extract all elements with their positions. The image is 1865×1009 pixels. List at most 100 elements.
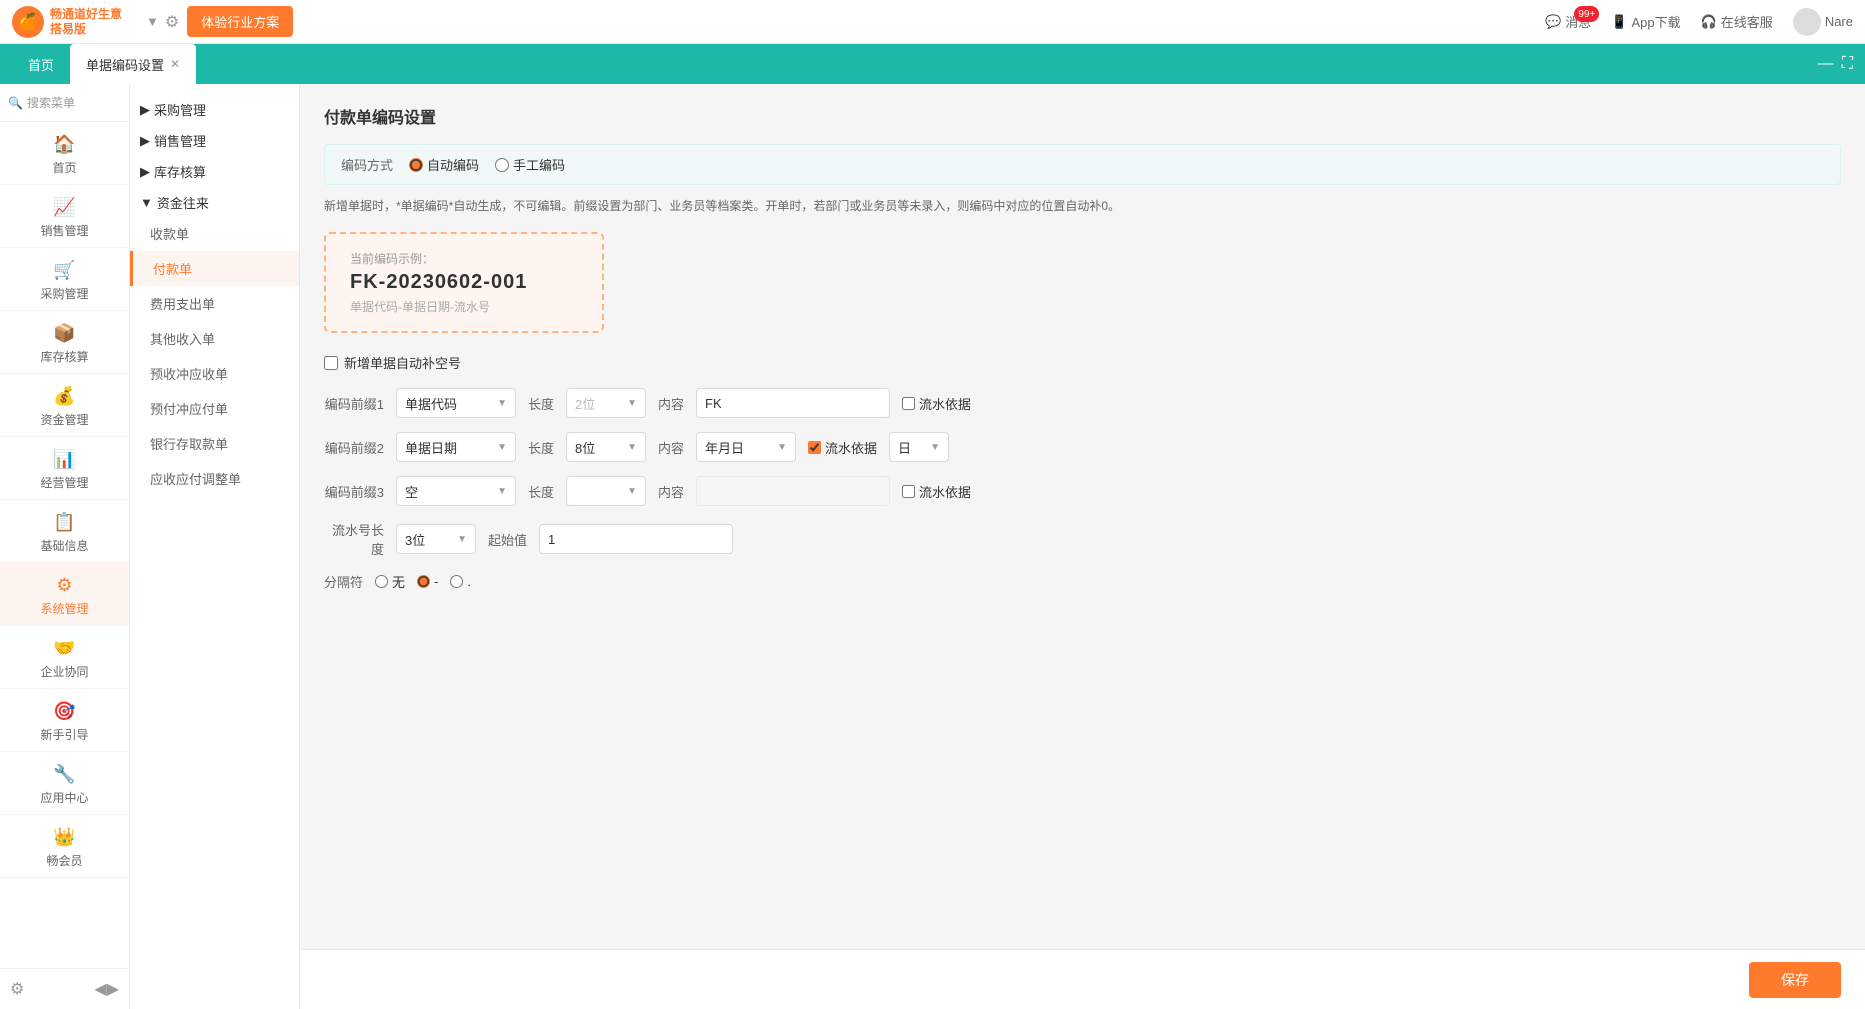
content-with-sidebar: ▶ 采购管理 ▶ 销售管理 ▶ 库存核算 ▼ 资金往来 收款单 付款单 费用支出… bbox=[130, 84, 1865, 1009]
auto-fill-checkbox[interactable] bbox=[324, 356, 338, 370]
settings-bottom-icon[interactable]: ⚙ bbox=[10, 979, 24, 999]
service-icon: 🎧 bbox=[1701, 14, 1717, 30]
settings-icon[interactable]: ⚙ bbox=[165, 12, 179, 32]
sidebar-ar-ap-adjust[interactable]: 应收应付调整单 bbox=[130, 461, 299, 496]
sidebar-item-system[interactable]: ⚙ 系统管理 bbox=[0, 563, 129, 626]
tab-home[interactable]: 首页 bbox=[12, 44, 70, 84]
coding-method-label: 编码方式 bbox=[341, 155, 393, 174]
sidebar-other-income[interactable]: 其他收入单 bbox=[130, 321, 299, 356]
search-icon: 🔍 bbox=[8, 96, 23, 110]
sep-dot-input[interactable] bbox=[450, 575, 463, 588]
content2-label: 内容 bbox=[658, 438, 684, 457]
preview-code: FK-20230602-001 bbox=[350, 271, 578, 294]
sales-group-arrow: ▶ bbox=[140, 133, 150, 149]
page-body: 付款单编码设置 编码方式 自动编码 手工编码 bbox=[300, 84, 1865, 1009]
minimize-icon[interactable]: — bbox=[1818, 55, 1834, 73]
top-bar-right: 💬 消息 99+ 📱 App下载 🎧 在线客服 Nare bbox=[1545, 8, 1853, 36]
coding-method-bar: 编码方式 自动编码 手工编码 bbox=[324, 144, 1841, 185]
prefix2-dropdown-arrow: ▼ bbox=[497, 442, 507, 453]
inventory-icon: 📦 bbox=[53, 323, 75, 344]
sidebar-item-finance[interactable]: 💰 资金管理 bbox=[0, 374, 129, 437]
watermark1-checkbox-label[interactable]: 流水依据 bbox=[902, 394, 971, 413]
user-profile[interactable]: Nare bbox=[1793, 8, 1853, 36]
sidebar-item-sales[interactable]: 📈 销售管理 bbox=[0, 185, 129, 248]
watermark2-checkbox[interactable] bbox=[808, 441, 821, 454]
group-capital[interactable]: ▼ 资金往来 bbox=[130, 185, 299, 216]
sep-none-radio[interactable]: 无 bbox=[375, 572, 405, 591]
watermark3-checkbox[interactable] bbox=[902, 485, 915, 498]
sidebar-expense[interactable]: 费用支出单 bbox=[130, 286, 299, 321]
sidebar-item-newbie[interactable]: 🎯 新手引导 bbox=[0, 689, 129, 752]
tab-expand: — ⛶ bbox=[1818, 55, 1853, 73]
sep-dot-radio[interactable]: . bbox=[450, 574, 471, 589]
sidebar-bottom: ⚙ ◀▶ bbox=[0, 968, 129, 1009]
serial-length-select[interactable]: 3位 ▼ bbox=[396, 524, 476, 554]
top-bar-left: 🍊 畅通道好生意 搭易版 ▼ ⚙ 体验行业方案 bbox=[12, 6, 293, 38]
logo-area: 🍊 畅通道好生意 搭易版 bbox=[12, 6, 132, 38]
messages-btn[interactable]: 💬 消息 99+ bbox=[1545, 12, 1591, 31]
save-button[interactable]: 保存 bbox=[1749, 962, 1841, 998]
online-service-btn[interactable]: 🎧 在线客服 bbox=[1701, 12, 1773, 31]
sidebar-payment[interactable]: 付款单 bbox=[130, 251, 299, 286]
length1-label: 长度 bbox=[528, 394, 554, 413]
manual-coding-radio[interactable]: 手工编码 bbox=[495, 155, 565, 174]
sidebar-prepay-receivable[interactable]: 预收冲应收单 bbox=[130, 356, 299, 391]
length3-select[interactable]: ▼ bbox=[566, 476, 646, 506]
auto-coding-radio[interactable]: 自动编码 bbox=[409, 155, 479, 174]
logo-text: 畅通道好生意 搭易版 bbox=[50, 7, 122, 36]
sidebar-item-enterprise[interactable]: 🤝 企业协同 bbox=[0, 626, 129, 689]
content3-input[interactable] bbox=[696, 476, 890, 506]
purchase-icon: 🛒 bbox=[53, 260, 75, 281]
sidebar-item-home[interactable]: 🏠 首页 bbox=[0, 122, 129, 185]
watermark2-period-select[interactable]: 日 ▼ bbox=[889, 432, 949, 462]
sep-none-input[interactable] bbox=[375, 575, 388, 588]
sidebar-item-member[interactable]: 👑 畅会员 bbox=[0, 815, 129, 878]
expand-icon[interactable]: ▼ bbox=[146, 14, 159, 29]
prefix1-select[interactable]: 单据代码 ▼ bbox=[396, 388, 516, 418]
prefix2-select[interactable]: 单据日期 ▼ bbox=[396, 432, 516, 462]
watermark3-checkbox-label[interactable]: 流水依据 bbox=[902, 482, 971, 501]
enterprise-icon: 🤝 bbox=[53, 638, 75, 659]
close-tab-icon[interactable]: ✕ bbox=[170, 57, 180, 71]
sidebar-item-purchase[interactable]: 🛒 采购管理 bbox=[0, 248, 129, 311]
sidebar-item-inventory[interactable]: 📦 库存核算 bbox=[0, 311, 129, 374]
sidebar-bank-deposit[interactable]: 银行存取款单 bbox=[130, 426, 299, 461]
sep-dash-radio[interactable]: - bbox=[417, 574, 438, 589]
watermark2-checkbox-label[interactable]: 流水依据 bbox=[808, 438, 877, 457]
sidebar-prepay-payable[interactable]: 预付冲应付单 bbox=[130, 391, 299, 426]
length1-select[interactable]: 2位 ▼ bbox=[566, 388, 646, 418]
messages-badge: 99+ bbox=[1574, 6, 1599, 22]
message-icon: 💬 bbox=[1545, 14, 1561, 30]
manual-coding-input[interactable] bbox=[495, 158, 509, 172]
sidebar-search[interactable]: 🔍 搜索菜单 bbox=[0, 84, 129, 122]
page-title: 付款单编码设置 bbox=[324, 104, 1841, 128]
main-layout: 🔍 搜索菜单 🏠 首页 📈 销售管理 🛒 采购管理 📦 库存核算 💰 bbox=[0, 84, 1865, 1009]
watermark1-checkbox[interactable] bbox=[902, 397, 915, 410]
collapse-icon[interactable]: ◀▶ bbox=[94, 979, 119, 999]
tab-coding-settings[interactable]: 单据编码设置 ✕ bbox=[70, 44, 196, 84]
serial-length-dropdown-arrow: ▼ bbox=[457, 534, 467, 545]
group-purchase[interactable]: ▶ 采购管理 bbox=[130, 92, 299, 123]
group-sales[interactable]: ▶ 销售管理 bbox=[130, 123, 299, 154]
sidebar-receipt[interactable]: 收款单 bbox=[130, 216, 299, 251]
start-value-input[interactable] bbox=[539, 524, 733, 554]
sidebar-item-apps[interactable]: 🔧 应用中心 bbox=[0, 752, 129, 815]
sidebar-item-operation[interactable]: 📊 经营管理 bbox=[0, 437, 129, 500]
separator-row: 分隔符 无 - . bbox=[324, 572, 1841, 591]
group-inventory[interactable]: ▶ 库存核算 bbox=[130, 154, 299, 185]
auto-coding-input[interactable] bbox=[409, 158, 423, 172]
trial-button[interactable]: 体验行业方案 bbox=[187, 6, 293, 37]
sidebar-item-basic[interactable]: 📋 基础信息 bbox=[0, 500, 129, 563]
sep-dash-input[interactable] bbox=[417, 575, 430, 588]
preview-box: 当前编码示例： FK-20230602-001 单据代码-单据日期-流水号 bbox=[324, 232, 604, 333]
content2-select[interactable]: 年月日 ▼ bbox=[696, 432, 796, 462]
prefix-row-1: 编码前缀1 单据代码 ▼ 长度 2位 ▼ 内容 流水依据 bbox=[324, 388, 1841, 418]
length3-dropdown-arrow: ▼ bbox=[627, 486, 637, 497]
apps-icon: 🔧 bbox=[53, 764, 75, 785]
length2-select[interactable]: 8位 ▼ bbox=[566, 432, 646, 462]
prefix3-select[interactable]: 空 ▼ bbox=[396, 476, 516, 506]
system-icon: ⚙ bbox=[56, 575, 72, 596]
app-download-btn[interactable]: 📱 App下载 bbox=[1611, 12, 1680, 31]
maximize-icon[interactable]: ⛶ bbox=[1842, 55, 1853, 73]
content1-input[interactable] bbox=[696, 388, 890, 418]
